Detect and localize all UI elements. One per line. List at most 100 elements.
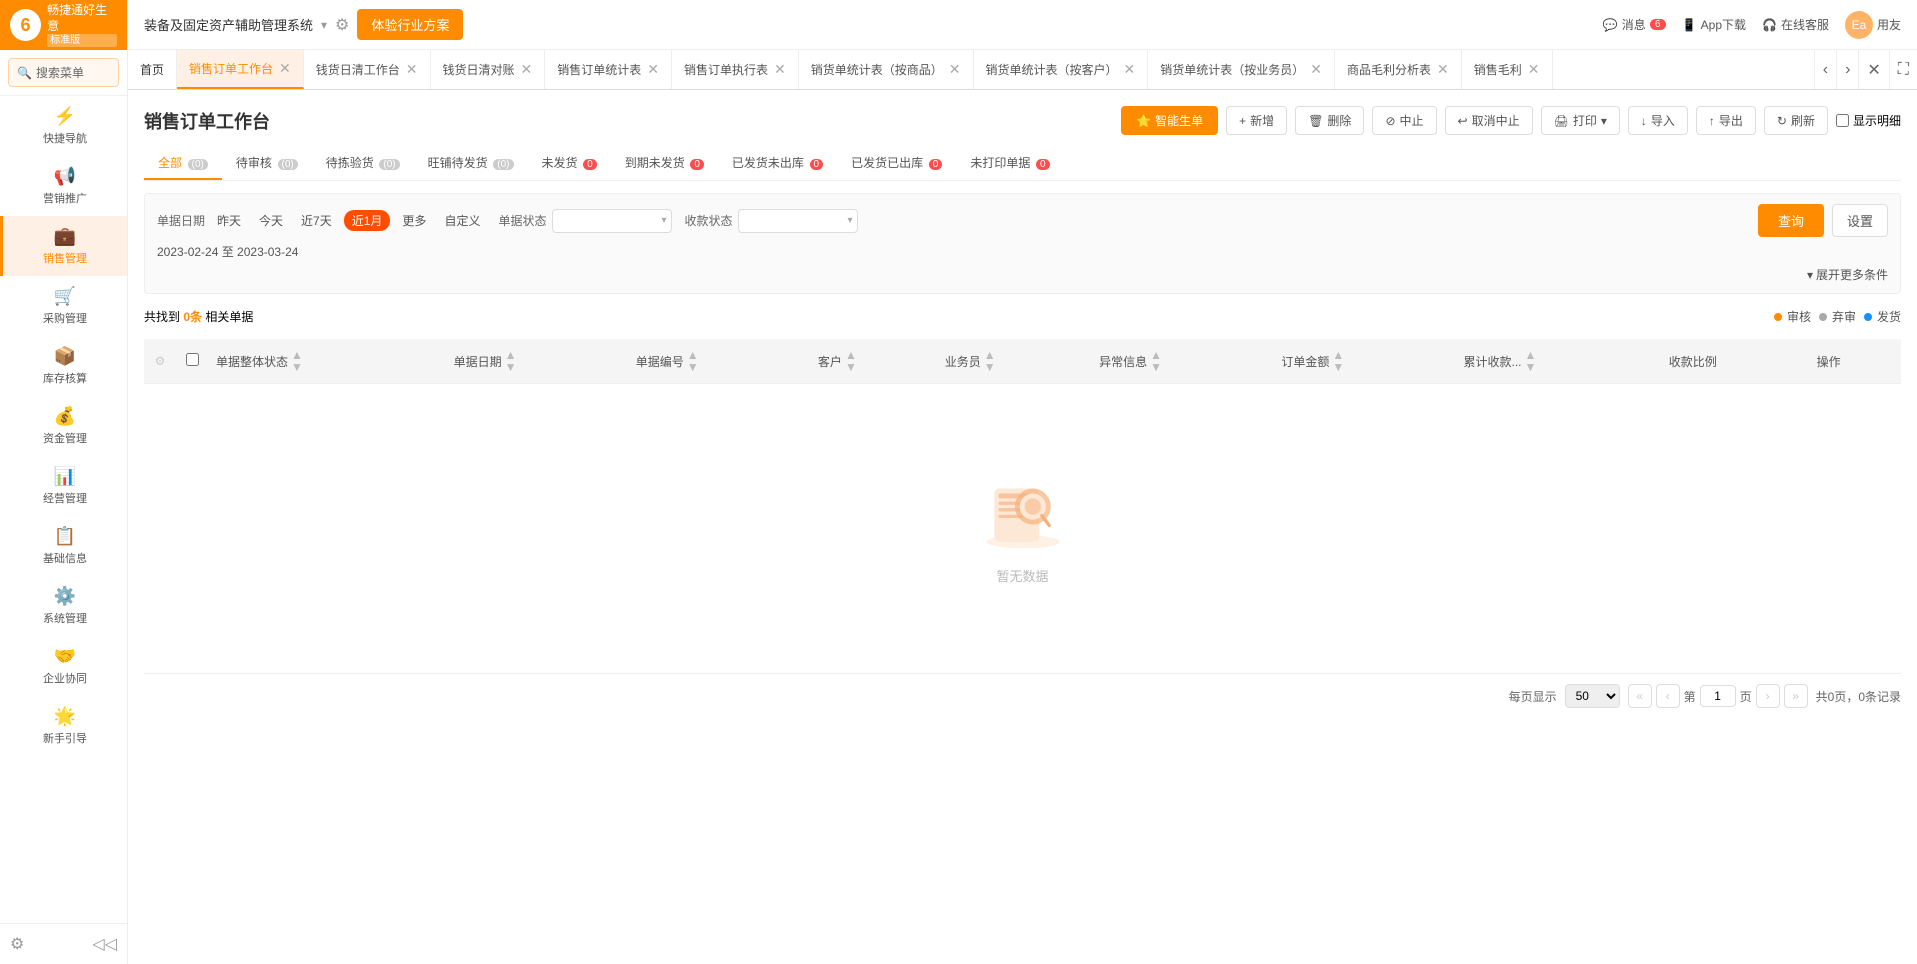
subtab-not-delivered[interactable]: 未发货 0 — [528, 147, 611, 180]
date-sort-button[interactable]: 单据日期 ▲▼ — [454, 349, 517, 373]
subtab-wangpu-deliver[interactable]: 旺铺待发货 (0) — [414, 147, 528, 180]
tab-sales-order[interactable]: 销售订单工作台 ✕ — [177, 50, 304, 89]
tab-close-sales-amount[interactable]: ✕ — [1528, 61, 1540, 78]
tab-close-sales-product[interactable]: ✕ — [949, 61, 961, 78]
online-service-button[interactable]: 🎧 在线客服 — [1762, 16, 1829, 33]
tab-sales-product[interactable]: 销货单统计表（按商品） ✕ — [799, 50, 974, 89]
tab-close-sales-stats[interactable]: ✕ — [647, 61, 659, 78]
tab-close-cash-daily[interactable]: ✕ — [406, 61, 418, 78]
export-button[interactable]: ↑ 导出 — [1696, 106, 1756, 135]
tab-sales-exec[interactable]: 销售订单执行表 ✕ — [672, 50, 799, 89]
subtab-pending[interactable]: 待审核 (0) — [222, 147, 312, 180]
subtab-all[interactable]: 全部 (0) — [144, 147, 222, 180]
sidebar-item-cooperation[interactable]: 🤝 企业协同 — [0, 636, 127, 696]
user-menu-button[interactable]: Ea 用友 — [1845, 11, 1901, 39]
date-option-custom[interactable]: 自定义 — [438, 210, 486, 231]
audit-button[interactable]: 审核 — [1774, 308, 1811, 325]
staff-sort-button[interactable]: 业务员 ▲▼ — [945, 349, 996, 373]
page-prev-button[interactable]: ‹ — [1656, 684, 1680, 708]
select-all-checkbox[interactable] — [186, 353, 199, 366]
subtab-pending-inspect[interactable]: 待拣验货 (0) — [312, 147, 414, 180]
filter-row2: 2023-02-24 至 2023-03-24 — [157, 243, 1888, 260]
sidebar-item-guide[interactable]: 🌟 新手引导 — [0, 696, 127, 756]
search-menu-button[interactable]: 🔍 搜索菜单 — [8, 58, 119, 87]
sidebar-item-marketing[interactable]: 📢 营销推广 — [0, 156, 127, 216]
add-button[interactable]: + 新增 — [1226, 106, 1287, 135]
tabs-prev-button[interactable]: ‹ — [1814, 50, 1836, 90]
deliver-button[interactable]: 发货 — [1864, 308, 1901, 325]
page-number-input[interactable] — [1700, 685, 1736, 707]
payment-select-wrap — [738, 209, 858, 233]
message-button[interactable]: 💬 消息 6 — [1603, 16, 1666, 33]
tabs-next-button[interactable]: › — [1836, 50, 1858, 90]
date-option-yesterday[interactable]: 昨天 — [211, 210, 247, 231]
print-button[interactable]: 🖨 打印 ▾ — [1541, 106, 1620, 135]
sidebar-item-system[interactable]: ⚙️ 系统管理 — [0, 576, 127, 636]
tab-sales-amount[interactable]: 销售毛利 ✕ — [1462, 50, 1553, 89]
subtab-delivered-not-out[interactable]: 已发货未出库 0 — [718, 147, 837, 180]
subtab-expired-not-delivered[interactable]: 到期未发货 0 — [611, 147, 718, 180]
sidebar-item-purchase[interactable]: 🛒 采购管理 — [0, 276, 127, 336]
status-sort-button[interactable]: 单据整体状态 ▲▼ — [216, 349, 303, 373]
stop-button[interactable]: ⊘ 中止 — [1372, 106, 1436, 135]
date-option-today[interactable]: 今天 — [253, 210, 289, 231]
sidebar-item-inventory[interactable]: 📦 库存核算 — [0, 336, 127, 396]
sidebar-item-finance[interactable]: 💰 资金管理 — [0, 396, 127, 456]
page-next-button[interactable]: › — [1756, 684, 1780, 708]
page-size-select[interactable]: 10 20 50 100 — [1565, 684, 1620, 708]
col-received-header: 累计收款... ▲▼ — [1456, 339, 1661, 384]
query-button[interactable]: 查询 — [1758, 204, 1824, 237]
tabs-fullscreen-button[interactable]: ⛶ — [1889, 50, 1917, 90]
smart-create-button[interactable]: ⭐ 智能生单 — [1121, 106, 1218, 135]
sidebar-item-sales[interactable]: 💼 销售管理 — [0, 216, 127, 276]
sidebar-item-quick-nav[interactable]: ⚡ 快捷导航 — [0, 96, 127, 156]
app-download-button[interactable]: 📱 App下载 — [1682, 16, 1746, 33]
tab-close-sales-order[interactable]: ✕ — [279, 60, 291, 77]
page-last-button[interactable]: » — [1784, 684, 1808, 708]
status-select[interactable] — [552, 209, 672, 233]
settings-bottom-icon[interactable]: ⚙ — [10, 934, 24, 954]
filter-expand-button[interactable]: ▾ 展开更多条件 — [1807, 266, 1888, 283]
module-dropdown-icon[interactable]: ▾ — [321, 18, 327, 32]
payment-select[interactable] — [738, 209, 858, 233]
error-sort-button[interactable]: 异常信息 ▲▼ — [1099, 349, 1162, 373]
cancel-stop-button[interactable]: ↩ 取消中止 — [1445, 106, 1533, 135]
reject-button[interactable]: 弃审 — [1819, 308, 1856, 325]
tab-close-sales-exec[interactable]: ✕ — [774, 61, 786, 78]
tab-cash-reconcile[interactable]: 钱货日清对账 ✕ — [431, 50, 546, 89]
amount-sort-button[interactable]: 订单金额 ▲▼ — [1281, 349, 1344, 373]
tab-close-cash-reconcile[interactable]: ✕ — [521, 61, 533, 78]
tab-close-gross-profit[interactable]: ✕ — [1437, 61, 1449, 78]
tab-home[interactable]: 首页 — [128, 50, 177, 89]
delete-button[interactable]: 🗑 删除 — [1295, 106, 1364, 135]
tab-sales-stats[interactable]: 销售订单统计表 ✕ — [545, 50, 672, 89]
tab-cash-daily[interactable]: 钱货日清工作台 ✕ — [304, 50, 431, 89]
date-option-7days[interactable]: 近7天 — [295, 210, 338, 231]
customer-sort-button[interactable]: 客户 ▲▼ — [818, 349, 857, 373]
subtab-delivered-out[interactable]: 已发货已出库 0 — [837, 147, 956, 180]
subtab-not-printed[interactable]: 未打印单据 0 — [956, 147, 1063, 180]
tab-close-sales-customer[interactable]: ✕ — [1124, 61, 1136, 78]
received-sort-button[interactable]: 累计收款... ▲▼ — [1464, 349, 1537, 373]
collapse-icon[interactable]: ◁◁ — [92, 934, 117, 954]
filter-settings-button[interactable]: 设置 — [1832, 204, 1888, 237]
import-button[interactable]: ↓ 导入 — [1628, 106, 1688, 135]
date-option-1month[interactable]: 近1月 — [344, 210, 391, 231]
show-detail-checkbox[interactable] — [1836, 114, 1849, 127]
industry-solution-button[interactable]: 体验行业方案 — [357, 9, 463, 40]
tab-sales-customer[interactable]: 销货单统计表（按客户） ✕ — [974, 50, 1149, 89]
tab-close-sales-staff[interactable]: ✕ — [1310, 61, 1322, 78]
tab-sales-staff[interactable]: 销货单统计表（按业务员） ✕ — [1148, 50, 1335, 89]
column-settings-icon[interactable]: ⚙ — [155, 354, 166, 368]
show-detail-toggle[interactable]: 显示明细 — [1836, 112, 1901, 129]
date-option-more[interactable]: 更多 — [396, 210, 432, 231]
sidebar-item-operation[interactable]: 📊 经营管理 — [0, 456, 127, 516]
refresh-button[interactable]: ↻ 刷新 — [1764, 106, 1828, 135]
tab-gross-profit[interactable]: 商品毛利分析表 ✕ — [1335, 50, 1462, 89]
module-settings-icon[interactable]: ⚙ — [335, 15, 349, 35]
star-smart-icon: ⭐ — [1136, 114, 1151, 128]
page-first-button[interactable]: « — [1628, 684, 1652, 708]
no-sort-button[interactable]: 单据编号 ▲▼ — [636, 349, 699, 373]
sidebar-item-basic[interactable]: 📋 基础信息 — [0, 516, 127, 576]
tabs-close-all-button[interactable]: ✕ — [1858, 50, 1888, 90]
